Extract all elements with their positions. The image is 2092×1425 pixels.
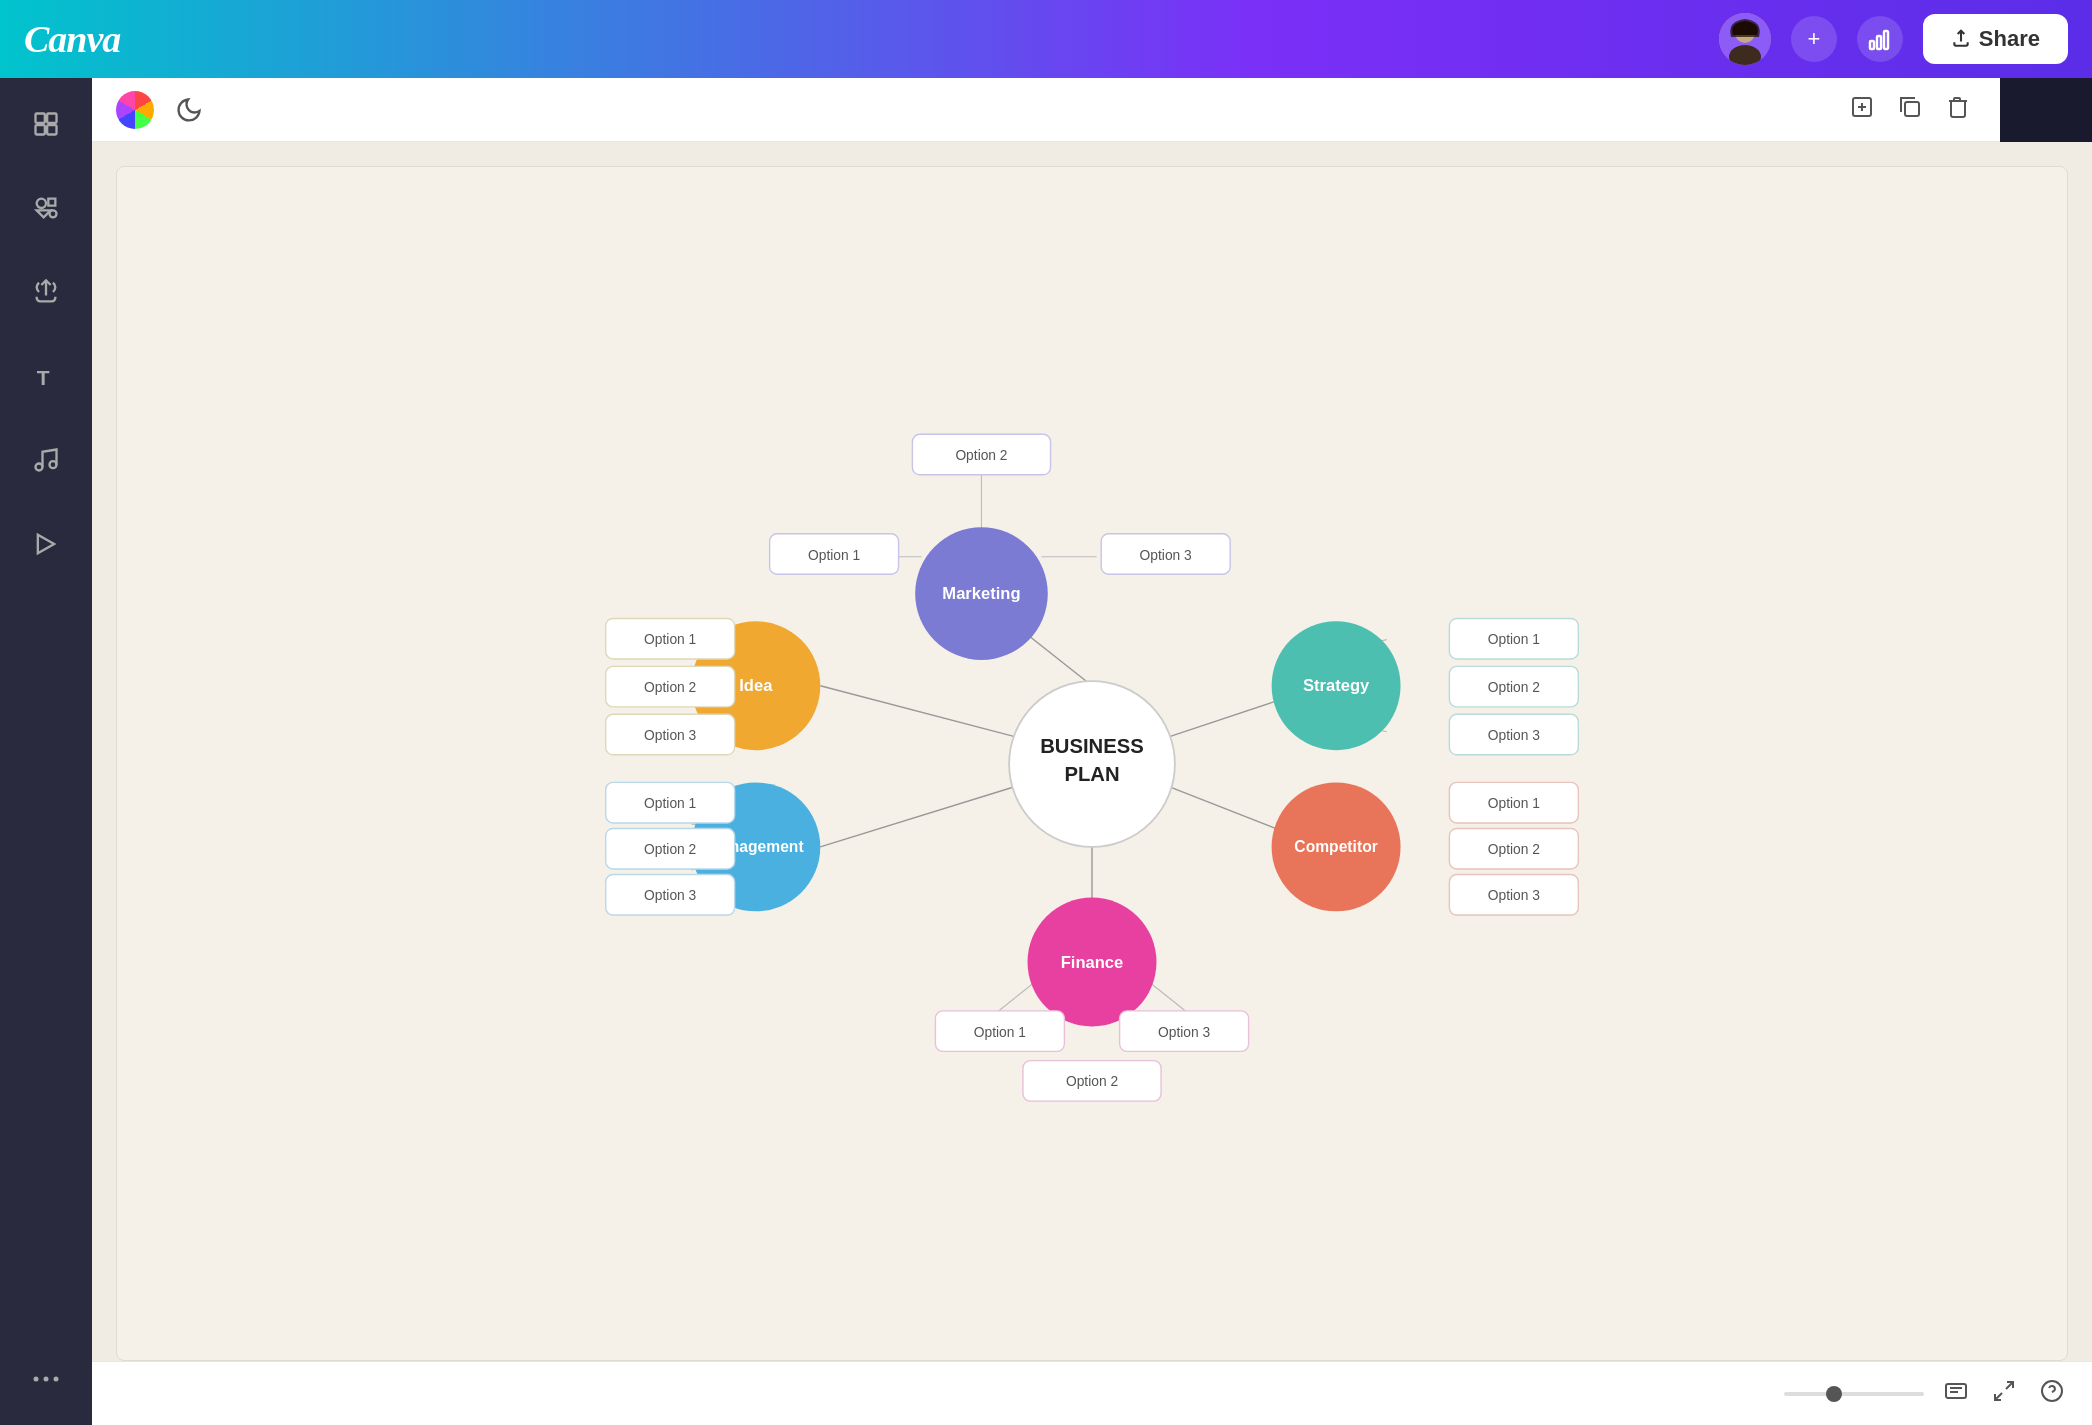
svg-text:Option 2: Option 2 bbox=[644, 679, 696, 695]
svg-text:Option 1: Option 1 bbox=[974, 1023, 1026, 1039]
share-button[interactable]: Share bbox=[1923, 14, 2068, 64]
add-page-button[interactable] bbox=[1844, 89, 1880, 131]
fit-screen-button[interactable] bbox=[1940, 1375, 1972, 1413]
sidebar-item-elements[interactable] bbox=[20, 182, 72, 234]
svg-rect-9 bbox=[36, 125, 45, 134]
svg-point-12 bbox=[50, 210, 57, 217]
sidebar-item-video[interactable] bbox=[20, 518, 72, 570]
duplicate-button[interactable] bbox=[1892, 89, 1928, 131]
help-button[interactable] bbox=[2036, 1375, 2068, 1413]
svg-text:Option 2: Option 2 bbox=[1066, 1073, 1118, 1089]
svg-point-15 bbox=[36, 464, 43, 471]
add-button[interactable]: + bbox=[1791, 16, 1837, 62]
svg-text:Finance: Finance bbox=[1061, 952, 1124, 971]
svg-line-26 bbox=[820, 685, 1013, 736]
sidebar-item-music[interactable] bbox=[20, 434, 72, 486]
stats-button[interactable] bbox=[1857, 16, 1903, 62]
svg-text:Option 3: Option 3 bbox=[1488, 727, 1540, 743]
sidebar: T bbox=[0, 78, 92, 1425]
sidebar-item-text[interactable]: T bbox=[20, 350, 72, 402]
svg-line-78 bbox=[2006, 1382, 2013, 1389]
canva-logo: Canva bbox=[24, 17, 120, 61]
svg-rect-24 bbox=[1905, 102, 1919, 116]
color-palette-button[interactable] bbox=[116, 91, 154, 129]
svg-text:T: T bbox=[37, 366, 50, 389]
svg-point-19 bbox=[44, 1377, 49, 1382]
canvas-area[interactable]: BUSINESS PLAN Marketing Option 2 Option … bbox=[92, 142, 2092, 1425]
svg-point-16 bbox=[50, 461, 57, 468]
svg-text:Option 3: Option 3 bbox=[1140, 546, 1192, 562]
svg-rect-3 bbox=[1870, 41, 1874, 49]
svg-text:Option 1: Option 1 bbox=[808, 546, 860, 562]
svg-text:Option 1: Option 1 bbox=[644, 631, 696, 647]
zoom-control[interactable] bbox=[1784, 1392, 1924, 1396]
topbar: Canva + S bbox=[0, 0, 2092, 78]
toolbar bbox=[92, 78, 2000, 142]
bottombar bbox=[92, 1361, 2092, 1425]
svg-marker-17 bbox=[38, 535, 54, 554]
svg-rect-7 bbox=[36, 114, 45, 123]
user-avatar[interactable] bbox=[1719, 13, 1771, 65]
svg-rect-5 bbox=[1884, 31, 1888, 49]
svg-text:Option 2: Option 2 bbox=[1488, 679, 1540, 695]
svg-text:Option 3: Option 3 bbox=[1158, 1023, 1210, 1039]
sidebar-item-more[interactable] bbox=[20, 1353, 72, 1405]
canvas-inner: BUSINESS PLAN Marketing Option 2 Option … bbox=[116, 166, 2068, 1361]
main-layout: T bbox=[0, 78, 2092, 1425]
svg-text:Option 3: Option 3 bbox=[1488, 887, 1540, 903]
svg-rect-8 bbox=[47, 114, 56, 123]
svg-point-11 bbox=[37, 199, 46, 208]
theme-button[interactable] bbox=[170, 91, 208, 129]
svg-text:PLAN: PLAN bbox=[1064, 762, 1119, 784]
svg-text:Option 3: Option 3 bbox=[644, 887, 696, 903]
delete-button[interactable] bbox=[1940, 89, 1976, 131]
svg-text:Option 1: Option 1 bbox=[1488, 631, 1540, 647]
svg-text:Marketing: Marketing bbox=[942, 584, 1020, 603]
zoom-slider[interactable] bbox=[1784, 1392, 1924, 1396]
mindmap-diagram: BUSINESS PLAN Marketing Option 2 Option … bbox=[562, 414, 1622, 1114]
svg-point-18 bbox=[34, 1377, 39, 1382]
svg-rect-10 bbox=[47, 125, 56, 134]
svg-line-79 bbox=[1995, 1393, 2002, 1400]
svg-text:Option 3: Option 3 bbox=[644, 727, 696, 743]
fullscreen-button[interactable] bbox=[1988, 1375, 2020, 1413]
svg-rect-4 bbox=[1877, 36, 1881, 49]
svg-text:Option 2: Option 2 bbox=[1488, 841, 1540, 857]
svg-text:Option 2: Option 2 bbox=[955, 447, 1007, 463]
svg-text:Strategy: Strategy bbox=[1303, 676, 1370, 695]
svg-text:Competitor: Competitor bbox=[1294, 838, 1377, 855]
svg-point-20 bbox=[54, 1377, 59, 1382]
svg-line-28 bbox=[820, 787, 1013, 847]
svg-text:Option 1: Option 1 bbox=[1488, 795, 1540, 811]
sidebar-item-layout[interactable] bbox=[20, 98, 72, 150]
svg-text:Option 2: Option 2 bbox=[644, 841, 696, 857]
sidebar-item-upload[interactable] bbox=[20, 266, 72, 318]
svg-text:BUSINESS: BUSINESS bbox=[1040, 734, 1144, 756]
svg-text:Idea: Idea bbox=[739, 676, 773, 695]
svg-text:Option 1: Option 1 bbox=[644, 795, 696, 811]
